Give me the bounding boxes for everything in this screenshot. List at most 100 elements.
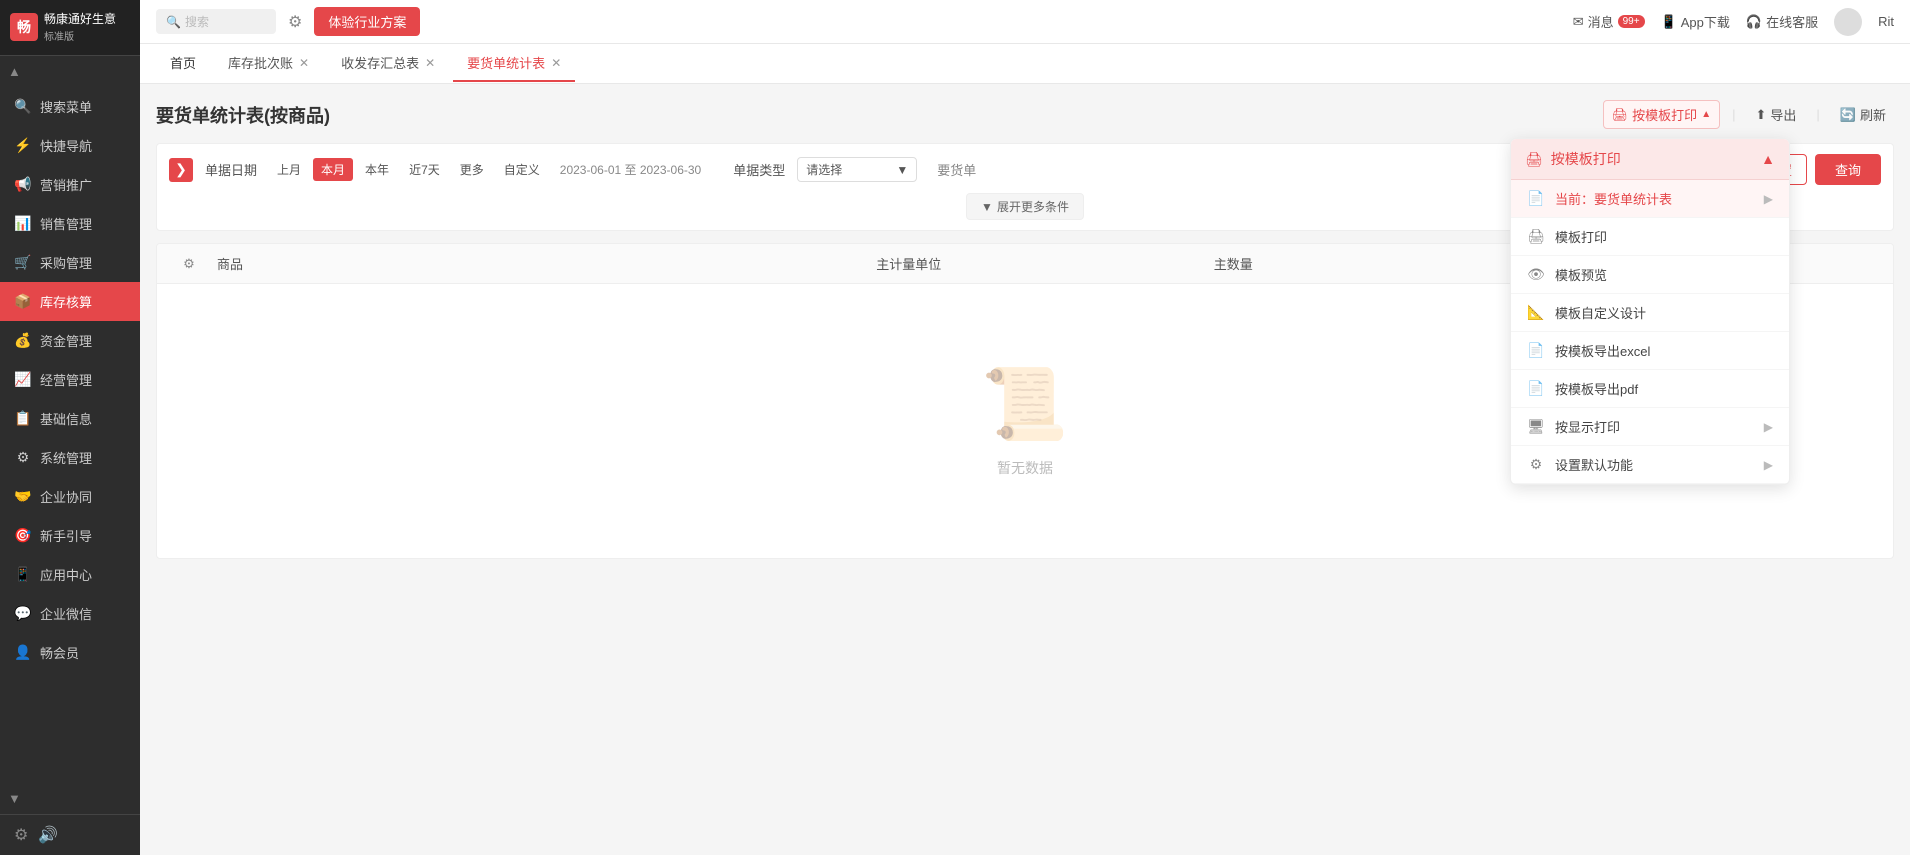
sidebar-item-label: 搜索菜单	[40, 97, 92, 116]
print-dropdown-header: 🖨 按模板打印 ▲	[1511, 139, 1789, 180]
search-icon: 🔍	[14, 97, 32, 115]
date-btn-本月[interactable]: 本月	[313, 158, 353, 181]
topbar: 🔍 搜索 ⚙ 体验行业方案 ✉ 消息 99+ 📱 App下载 🎧 在线客服 Ri…	[140, 0, 1910, 44]
expand-button[interactable]: ▼ 展开更多条件	[966, 193, 1084, 220]
template-pdf-label: 按模板导出pdf	[1555, 379, 1638, 398]
sidebar-scroll-up[interactable]: ▲	[4, 60, 25, 83]
date-btn-上月[interactable]: 上月	[269, 158, 309, 181]
sidebar-item-enterprise-wechat[interactable]: 💬企业微信	[0, 594, 140, 633]
tab-home[interactable]: 首页	[156, 45, 210, 82]
print-item-template-preview[interactable]: 👁模板预览	[1511, 256, 1789, 294]
export-icon: ⬆	[1755, 107, 1766, 123]
print-item-template-excel[interactable]: 📄按模板导出excel	[1511, 332, 1789, 370]
query-button[interactable]: 查询	[1815, 154, 1881, 185]
sidebar-item-label: 资金管理	[40, 331, 92, 350]
type-placeholder: 请选择	[806, 161, 842, 178]
refresh-button[interactable]: 🔄 刷新	[1832, 101, 1894, 128]
type-select[interactable]: 请选择 ▼	[797, 157, 917, 182]
print-item-template-print[interactable]: 🖨模板打印	[1511, 218, 1789, 256]
print-dropdown-title: 🖨 按模板打印	[1525, 149, 1621, 169]
default-fn-label: 设置默认功能	[1555, 455, 1754, 474]
date-btn-本年[interactable]: 本年	[357, 158, 397, 181]
sidebar-item-label: 企业协同	[40, 487, 92, 506]
type-label: 单据类型	[733, 160, 785, 179]
filter-toggle[interactable]: ❯	[169, 158, 193, 182]
tab-close-icon[interactable]: ✕	[551, 56, 561, 70]
sidebar-item-sales[interactable]: 📊销售管理	[0, 204, 140, 243]
current-template[interactable]: 📄 当前：要货单统计表 ▶	[1511, 180, 1789, 218]
sidebar-title-area: 畅康通好生意 标准版	[44, 12, 116, 43]
divider: |	[1732, 107, 1735, 122]
sidebar-item-search[interactable]: 🔍 搜索菜单	[0, 87, 140, 126]
display-icon: 🖥	[1527, 418, 1545, 436]
tab-label: 要货单统计表	[467, 53, 545, 72]
settings-icon[interactable]: ⚙	[14, 825, 28, 845]
col-gear[interactable]: ⚙	[169, 246, 209, 282]
refresh-icon: 🔄	[1840, 107, 1856, 123]
app-subtitle: 标准版	[44, 28, 116, 43]
sales-icon: 📊	[14, 214, 32, 232]
date-btn-更多[interactable]: 更多	[452, 158, 492, 181]
user-avatar[interactable]	[1834, 8, 1862, 36]
display-print-item[interactable]: 🖥 按显示打印 ▶	[1511, 408, 1789, 446]
export-button[interactable]: ⬆ 导出	[1747, 101, 1804, 128]
sidebar-scroll-down[interactable]: ▼	[4, 787, 25, 810]
service-icon: 🎧	[1746, 14, 1762, 30]
date-buttons: 上月本月本年近7天更多自定义	[269, 158, 548, 181]
download-icon: 📱	[1661, 14, 1677, 30]
template-preview-icon: 👁	[1527, 266, 1545, 284]
chevron-down-icon: ▼	[896, 163, 908, 177]
online-service[interactable]: 🎧 在线客服	[1746, 12, 1818, 31]
sidebar-header: 畅 畅康通好生意 标准版	[0, 0, 140, 56]
printer-icon: 🖨	[1525, 151, 1543, 168]
sidebar-item-finance[interactable]: 💰 资金管理	[0, 321, 140, 360]
sidebar-item-label: 基础信息	[40, 409, 92, 428]
sidebar-item-system[interactable]: ⚙系统管理	[0, 438, 140, 477]
sidebar-item-member[interactable]: 👤畅会员	[0, 633, 140, 672]
settings-icon[interactable]: ⚙	[288, 12, 302, 32]
message-label: 消息	[1588, 12, 1614, 31]
print-dropdown-close[interactable]: ▲	[1761, 151, 1775, 167]
sidebar-nav: 🔍 搜索菜单 ⚡快捷导航📢营销推广📊销售管理🛒采购管理📦库存核算 💰 资金管理 📈经营管理…	[0, 87, 140, 783]
tab-batch-account[interactable]: 库存批次账✕	[214, 45, 323, 82]
tab-close-icon[interactable]: ✕	[425, 56, 435, 70]
sidebar-item-marketing[interactable]: 📢营销推广	[0, 165, 140, 204]
chevron-icon: ▲	[1701, 109, 1711, 120]
empty-text: 暂无数据	[997, 458, 1053, 478]
date-btn-自定义[interactable]: 自定义	[496, 158, 548, 181]
topbar-search[interactable]: 🔍 搜索	[156, 9, 276, 34]
sidebar-item-label: 畅会员	[40, 643, 79, 662]
new-guide-icon: 🎯	[14, 526, 32, 544]
print-dropdown: 🖨 按模板打印 ▲ 📄 当前：要货单统计表 ▶ 🖨模板打印👁模板预览📐模板自定义…	[1510, 138, 1790, 485]
sidebar-item-inventory[interactable]: 📦库存核算	[0, 282, 140, 321]
message-badge[interactable]: ✉ 消息 99+	[1573, 12, 1645, 31]
print-button[interactable]: 🖨 按模板打印 ▲	[1603, 100, 1720, 129]
default-fn-icon: ⚙	[1527, 456, 1545, 474]
app-download[interactable]: 📱 App下载	[1661, 12, 1730, 31]
default-fn-item[interactable]: ⚙ 设置默认功能 ▶	[1511, 446, 1789, 484]
sound-icon[interactable]: 🔊	[38, 825, 58, 845]
search-icon: 🔍	[166, 15, 181, 29]
date-btn-近7天[interactable]: 近7天	[401, 158, 448, 181]
sidebar-item-app-center[interactable]: 📱应用中心	[0, 555, 140, 594]
print-item-template-pdf[interactable]: 📄 按模板导出pdf	[1511, 370, 1789, 408]
template-excel-label: 按模板导出excel	[1555, 341, 1650, 360]
tab-receipt-summary[interactable]: 收发存汇总表✕	[327, 45, 449, 82]
order-type-area: 要货单	[937, 160, 976, 179]
sidebar-item-new-guide[interactable]: 🎯新手引导	[0, 516, 140, 555]
print-item-template-design[interactable]: 📐模板自定义设计	[1511, 294, 1789, 332]
sidebar-item-quick-nav[interactable]: ⚡快捷导航	[0, 126, 140, 165]
sidebar-item-label: 经营管理	[40, 370, 92, 389]
template-pdf-icon: 📄	[1527, 380, 1545, 398]
tab-order-stats[interactable]: 要货单统计表 ✕	[453, 45, 575, 82]
finance-icon: 💰	[14, 331, 32, 349]
display-print-label: 按显示打印	[1555, 417, 1754, 436]
sidebar-item-cooperation[interactable]: 🤝企业协同	[0, 477, 140, 516]
enterprise-wechat-icon: 💬	[14, 604, 32, 622]
trial-button[interactable]: 体验行业方案	[314, 7, 420, 36]
tab-close-icon[interactable]: ✕	[299, 56, 309, 70]
sidebar-item-purchase[interactable]: 🛒采购管理	[0, 243, 140, 282]
col-unit: 主计量单位	[868, 244, 1206, 283]
sidebar-item-operation[interactable]: 📈经营管理	[0, 360, 140, 399]
sidebar-item-base-info[interactable]: 📋基础信息	[0, 399, 140, 438]
